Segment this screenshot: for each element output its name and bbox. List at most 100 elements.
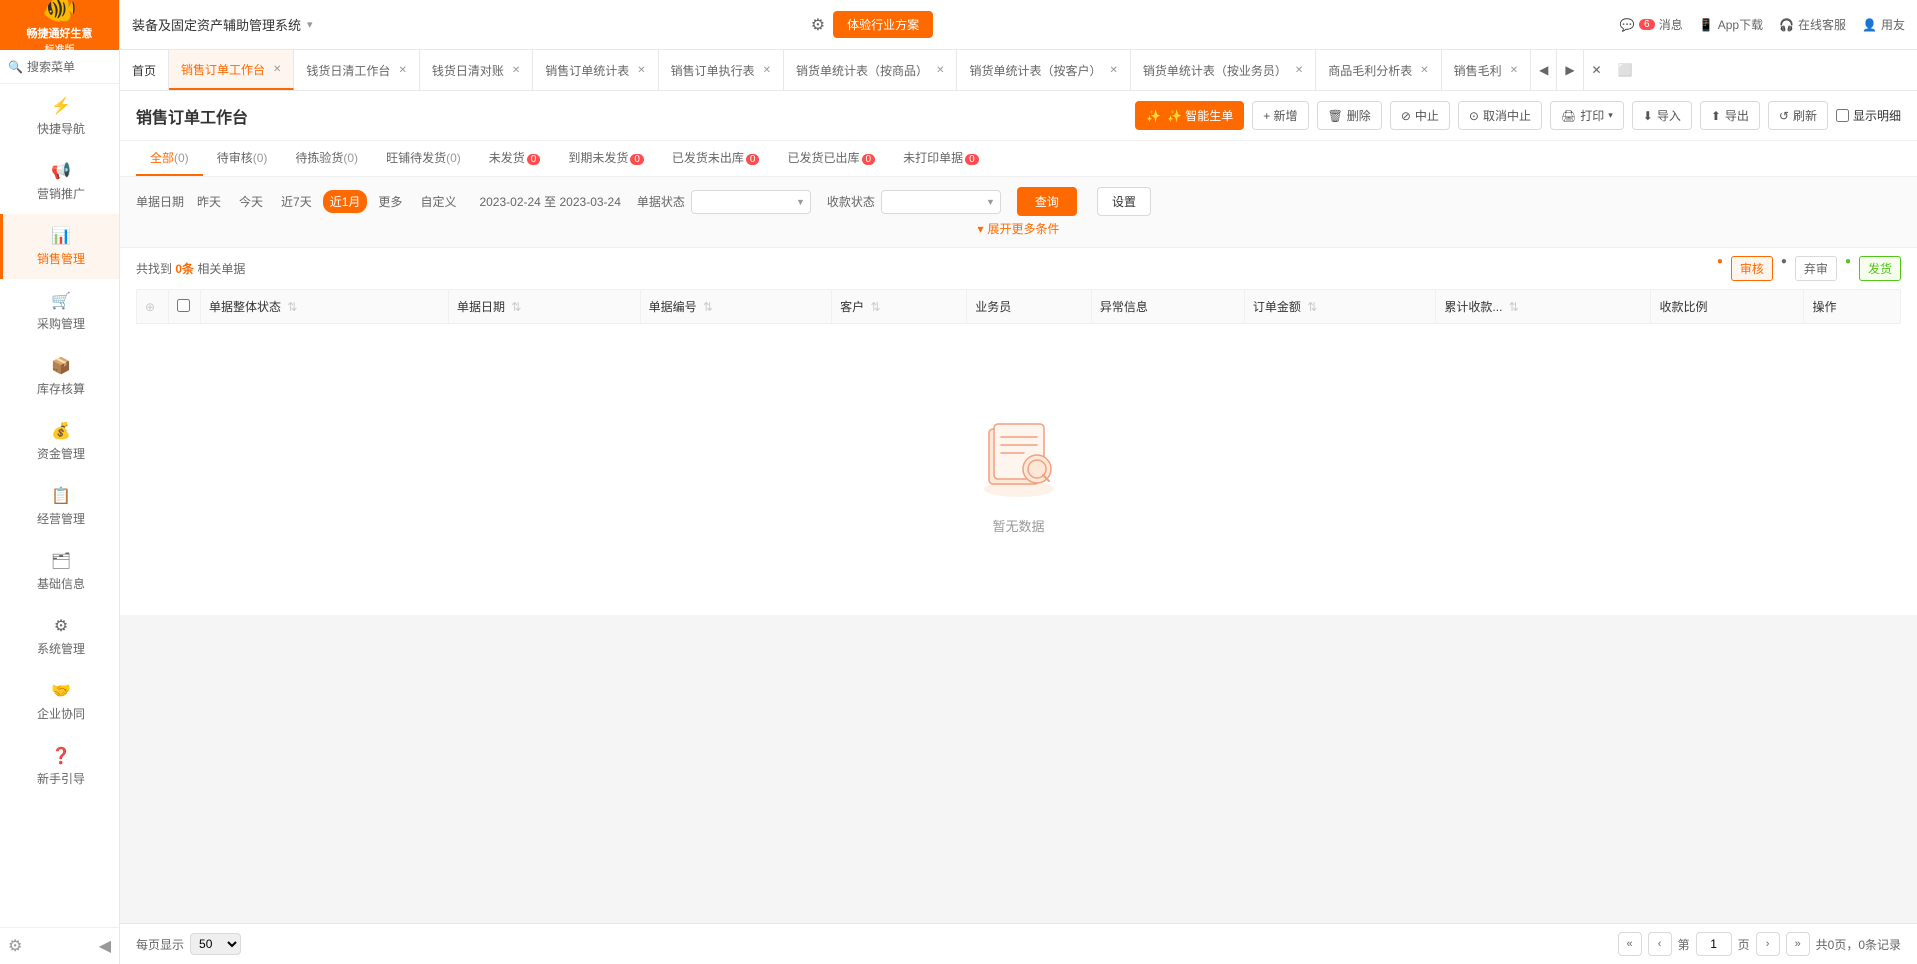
online-service-btn[interactable]: 🎧 在线客服	[1779, 16, 1846, 33]
sub-tab-pending-check[interactable]: 待拣验货(0)	[281, 141, 372, 176]
sidebar-item-search[interactable]: 🔍 搜索菜单	[0, 50, 119, 84]
show-detail-label[interactable]: 显示明细	[1836, 107, 1901, 124]
sub-tab-wangpu-ship[interactable]: 旺铺待发货(0)	[372, 141, 475, 176]
add-btn[interactable]: + 新增	[1252, 101, 1308, 130]
sidebar-item-sales[interactable]: 📊 销售管理	[0, 214, 119, 279]
delete-btn[interactable]: 🗑 删除	[1317, 101, 1382, 130]
sub-tab-not-shipped[interactable]: 未发货0	[475, 141, 555, 176]
quick-review-btn[interactable]: 审核	[1731, 256, 1773, 281]
quick-ship-btn[interactable]: 发货	[1859, 256, 1901, 281]
message-btn[interactable]: 💬 6 消息	[1620, 16, 1683, 33]
user-menu-btn[interactable]: 👤 用友	[1862, 16, 1905, 33]
stop-btn[interactable]: ⊘ 中止	[1390, 101, 1450, 130]
sidebar-item-enterprise[interactable]: 🤝 企业协同	[0, 669, 119, 734]
sub-tabs: 全部(0) 待审核(0) 待拣验货(0) 旺铺待发货(0) 未发货0 到期未发货…	[120, 141, 1917, 177]
tab-close-sales-summary-customer[interactable]: ✕	[1109, 65, 1117, 76]
sidebar-item-inventory[interactable]: 📦 库存核算	[0, 344, 119, 409]
export-btn[interactable]: ⬆ 导出	[1700, 101, 1760, 130]
date-btn-custom[interactable]: 自定义	[413, 190, 463, 213]
import-btn[interactable]: ⬇ 导入	[1632, 101, 1692, 130]
sort-icon-collected[interactable]: ⇅	[1509, 300, 1519, 314]
sort-icon-amount[interactable]: ⇅	[1307, 300, 1317, 314]
tab-close-sales-exec[interactable]: ✕	[763, 65, 771, 76]
tab-close-sales-profit[interactable]: ✕	[1510, 65, 1518, 76]
setup-btn[interactable]: 设置	[1097, 187, 1151, 216]
page-input[interactable]	[1696, 932, 1732, 956]
tab-sales-stats[interactable]: 销售订单统计表 ✕	[533, 50, 658, 90]
sidebar-settings-btn[interactable]: ⚙	[8, 936, 22, 956]
sub-tab-overdue-not-shipped[interactable]: 到期未发货0	[554, 141, 658, 176]
tab-cash-reconcile[interactable]: 钱货日清对账 ✕	[420, 50, 533, 90]
tab-close-sales-summary-staff[interactable]: ✕	[1295, 65, 1303, 76]
date-btn-1month[interactable]: 近1月	[323, 190, 368, 213]
industry-btn[interactable]: 体验行业方案	[833, 11, 933, 38]
tab-sales-summary-staff[interactable]: 销货单统计表（按业务员） ✕	[1131, 50, 1316, 90]
logo: 🐠 畅捷通好生意 标准版	[0, 0, 119, 50]
sidebar-item-operations[interactable]: 📋 经营管理	[0, 474, 119, 539]
tab-cash-daily[interactable]: 钱货日清工作台 ✕	[294, 50, 419, 90]
sub-tab-all[interactable]: 全部(0)	[136, 141, 203, 176]
date-btn-yesterday[interactable]: 昨天	[190, 190, 228, 213]
empty-state: 暂无数据	[136, 324, 1901, 615]
payment-filter: 收款状态	[827, 190, 1001, 214]
tab-next-btn[interactable]: ▶	[1557, 50, 1583, 90]
sidebar-item-finance[interactable]: 💰 资金管理	[0, 409, 119, 474]
date-btn-more[interactable]: 更多	[371, 190, 409, 213]
tab-sales-exec[interactable]: 销售订单执行表 ✕	[659, 50, 784, 90]
page-next-btn[interactable]: ›	[1756, 932, 1780, 956]
page-last-btn[interactable]: »	[1786, 932, 1810, 956]
show-detail-checkbox[interactable]	[1836, 109, 1849, 122]
date-btn-7days[interactable]: 近7天	[274, 190, 319, 213]
page-title: 销售订单工作台	[136, 104, 248, 128]
sub-tab-pending-review[interactable]: 待审核(0)	[203, 141, 282, 176]
sidebar-item-quick-nav[interactable]: ⚡ 快捷导航	[0, 84, 119, 149]
sort-icon-number[interactable]: ⇅	[703, 300, 713, 314]
sidebar-item-marketing[interactable]: 📢 营销推广	[0, 149, 119, 214]
page-size-select[interactable]: 50 10 20 100	[190, 933, 241, 955]
page-prev-btn[interactable]: ‹	[1648, 932, 1672, 956]
tab-home[interactable]: 首页	[120, 50, 169, 90]
sub-tab-not-printed[interactable]: 未打印单据0	[889, 141, 993, 176]
page-first-btn[interactable]: «	[1618, 932, 1642, 956]
payment-select[interactable]	[881, 190, 1001, 214]
tab-close-sales-summary-product[interactable]: ✕	[936, 65, 944, 76]
dropdown-arrow[interactable]: ▾	[307, 18, 313, 31]
tab-close-cash-reconcile[interactable]: ✕	[512, 65, 520, 76]
expand-conditions-btn[interactable]: ▾ 展开更多条件	[977, 220, 1059, 237]
cancel-stop-btn[interactable]: ⊙ 取消中止	[1458, 101, 1542, 130]
tab-prev-btn[interactable]: ◀	[1531, 50, 1557, 90]
sidebar-item-purchase[interactable]: 🛒 采购管理	[0, 279, 119, 344]
sidebar-item-guide[interactable]: ❓ 新手引导	[0, 734, 119, 799]
sort-icon-customer[interactable]: ⇅	[870, 300, 880, 314]
tab-close-sales-workbench[interactable]: ✕	[273, 64, 281, 75]
gear-settings-btn[interactable]: ⚙	[811, 15, 825, 35]
app-download-btn[interactable]: 📱 App下载	[1699, 16, 1763, 33]
status-select[interactable]	[691, 190, 811, 214]
tab-sales-summary-customer[interactable]: 销货单统计表（按客户） ✕	[957, 50, 1130, 90]
tab-sales-summary-product[interactable]: 销货单统计表（按商品） ✕	[784, 50, 957, 90]
tab-close-sales-stats[interactable]: ✕	[637, 65, 645, 76]
tab-close-all-btn[interactable]: ✕	[1584, 50, 1610, 90]
sidebar-collapse-btn[interactable]: ◀	[99, 936, 111, 956]
sidebar-item-system[interactable]: ⚙ 系统管理	[0, 604, 119, 669]
page-content: 销售订单工作台 ✨ ✨ 智能生单 + 新增 🗑 删除 ⊘ 中止 ⊙ 取消中止	[120, 91, 1917, 947]
sort-icon-status[interactable]: ⇅	[287, 300, 297, 314]
sub-tab-shipped-not-out[interactable]: 已发货未出库0	[658, 141, 774, 176]
sub-tab-shipped-out[interactable]: 已发货已出库0	[773, 141, 889, 176]
tab-close-cash-daily[interactable]: ✕	[398, 65, 406, 76]
query-btn[interactable]: 查询	[1017, 187, 1077, 216]
quick-cancel-btn[interactable]: 弃审	[1795, 256, 1837, 281]
tab-profit-analysis[interactable]: 商品毛利分析表 ✕	[1316, 50, 1441, 90]
print-btn[interactable]: 🖨 打印 ▾	[1550, 101, 1624, 130]
smart-create-btn[interactable]: ✨ ✨ 智能生单	[1135, 101, 1244, 130]
tab-sales-profit[interactable]: 销售毛利 ✕	[1442, 50, 1531, 90]
tab-sales-workbench[interactable]: 销售订单工作台 ✕	[169, 50, 294, 90]
sidebar-item-base-info[interactable]: 🗂 基础信息	[0, 539, 119, 604]
refresh-btn[interactable]: ↺ 刷新	[1768, 101, 1828, 130]
date-btn-today[interactable]: 今天	[232, 190, 270, 213]
sort-icon-date[interactable]: ⇅	[511, 300, 521, 314]
tab-maximize-btn[interactable]: ⬜	[1610, 50, 1641, 90]
tab-close-profit-analysis[interactable]: ✕	[1420, 65, 1428, 76]
select-all-checkbox[interactable]	[177, 299, 190, 312]
status-filter-label: 单据状态	[637, 193, 685, 210]
